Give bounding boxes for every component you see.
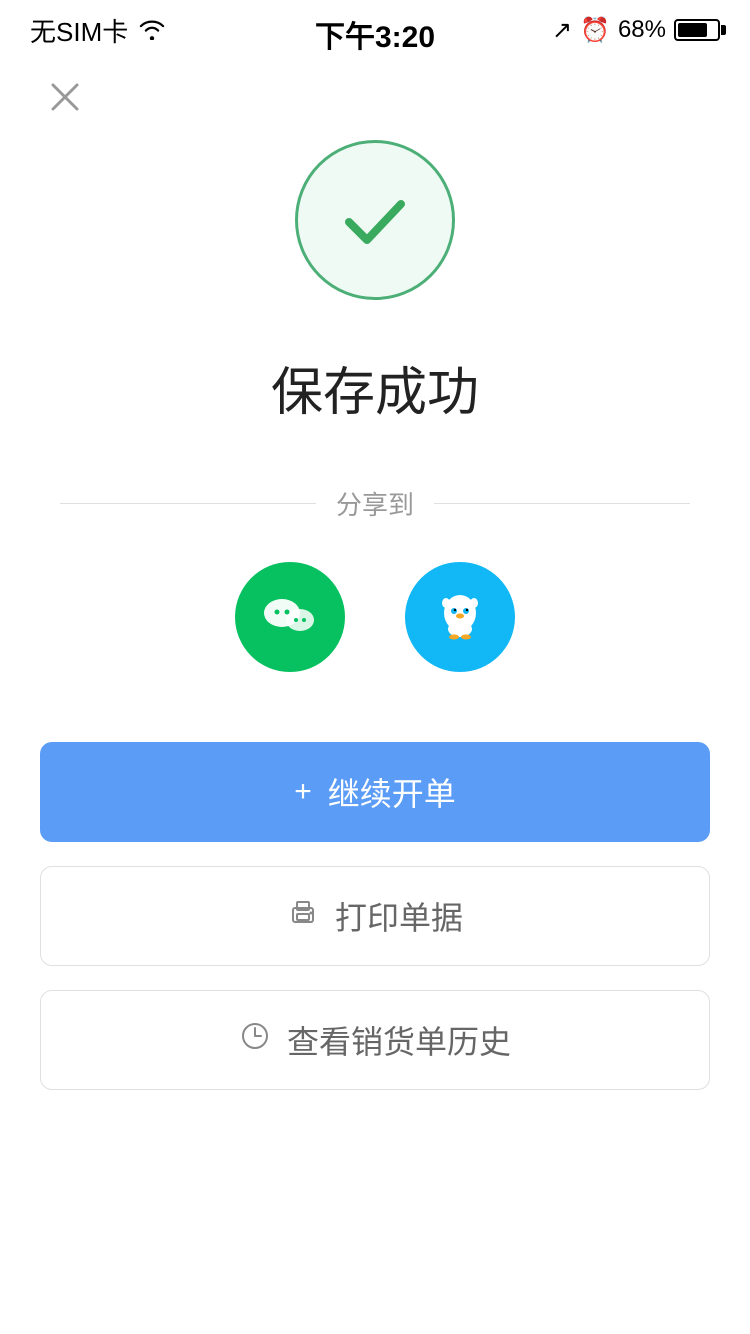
history-icon: [239, 1020, 271, 1060]
success-title: 保存成功: [271, 350, 479, 425]
divider-right: [434, 503, 690, 504]
continue-label: 继续开单: [328, 769, 456, 815]
share-qq-button[interactable]: [405, 562, 515, 672]
history-label: 查看销货单历史: [287, 1017, 511, 1063]
share-wechat-button[interactable]: [235, 562, 345, 672]
status-right: ↗ ⏰ 68%: [552, 16, 720, 45]
main-content: 保存成功 分享到: [0, 60, 750, 1090]
location-icon: ↗: [552, 16, 572, 45]
checkmark-icon: [335, 180, 415, 260]
print-button[interactable]: 打印单据: [40, 866, 710, 966]
carrier-text: 无SIM卡: [30, 12, 128, 49]
wechat-icon: [260, 590, 320, 645]
share-icons-container: [235, 562, 515, 672]
qq-icon: [428, 585, 492, 649]
share-label: 分享到: [316, 485, 434, 522]
print-icon: [287, 896, 319, 936]
status-time: 下午3:20: [315, 12, 435, 56]
continue-button[interactable]: + 继续开单: [40, 742, 710, 842]
close-icon: [49, 81, 81, 113]
success-circle: [295, 140, 455, 300]
divider-left: [60, 503, 316, 504]
share-divider: 分享到: [0, 485, 750, 522]
plus-icon: +: [294, 775, 312, 809]
alarm-icon: ⏰: [580, 16, 610, 45]
close-button[interactable]: [40, 72, 90, 122]
history-button[interactable]: 查看销货单历史: [40, 990, 710, 1090]
print-label: 打印单据: [335, 893, 463, 939]
battery-text: 68%: [618, 16, 666, 44]
status-left: 无SIM卡: [30, 12, 166, 49]
battery-icon: [674, 19, 720, 41]
wifi-icon: [138, 20, 166, 40]
status-bar: 无SIM卡 下午3:20 ↗ ⏰ 68%: [0, 0, 750, 60]
actions-container: + 继续开单 打印单据 查看销货单历史: [0, 742, 750, 1090]
